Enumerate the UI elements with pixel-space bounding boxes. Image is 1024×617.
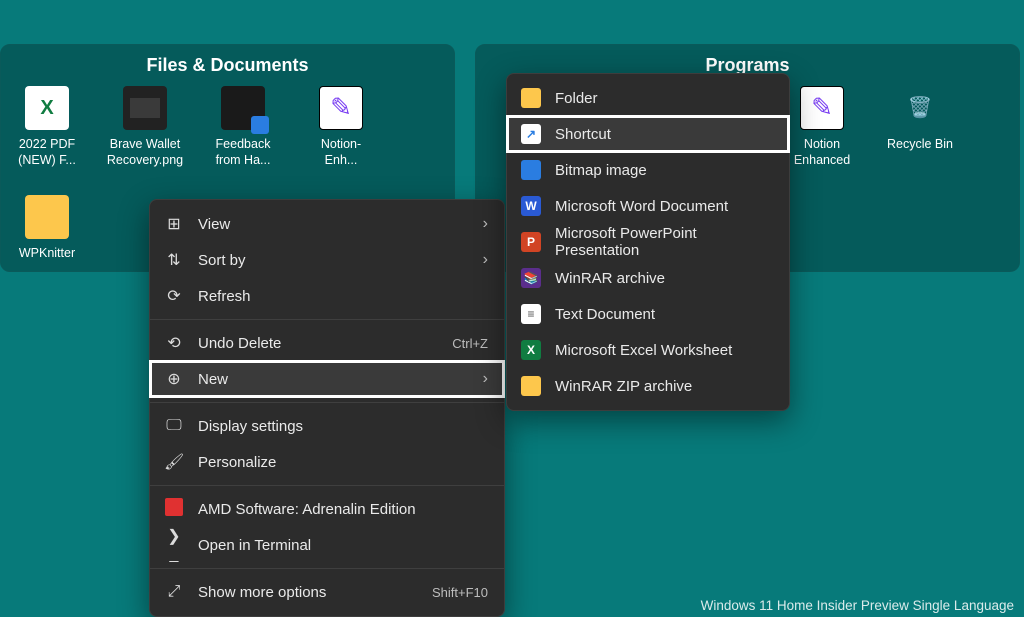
submenu-item-folder[interactable]: Folder: [507, 80, 789, 116]
submenu-item-label: Microsoft Excel Worksheet: [555, 342, 773, 359]
menu-item-label: New: [198, 371, 461, 388]
menu-item-label: Display settings: [198, 418, 488, 435]
windows-watermark: Windows 11 Home Insider Preview Single L…: [701, 598, 1014, 613]
menu-item-shortcut: Shift+F10: [432, 585, 488, 600]
menu-item-sort-by[interactable]: ⇅ Sort by ›: [150, 242, 504, 278]
app-shortcut-icon: [319, 86, 363, 130]
folder-icon: [521, 88, 541, 108]
submenu-item-label: Folder: [555, 90, 773, 107]
recycle-bin-icon: 🗑️: [898, 86, 942, 130]
menu-item-label: Sort by: [198, 252, 461, 269]
chevron-right-icon: ›: [483, 215, 488, 233]
desktop-icon[interactable]: Notion-Enh...: [305, 86, 377, 169]
submenu-item-label: Bitmap image: [555, 162, 773, 179]
image-file-icon: [123, 86, 167, 130]
expand-icon: ⤢: [164, 583, 184, 601]
submenu-item-bitmap[interactable]: Bitmap image: [507, 152, 789, 188]
desktop-icon[interactable]: Feedback from Ha...: [207, 86, 279, 169]
menu-item-display-settings[interactable]: 🖵 Display settings: [150, 408, 504, 444]
undo-icon: ⟲: [164, 333, 184, 353]
brush-icon: 🖌: [164, 452, 184, 472]
text-icon: ≡: [521, 304, 541, 324]
submenu-item-excel[interactable]: X Microsoft Excel Worksheet: [507, 332, 789, 368]
menu-item-label: AMD Software: Adrenalin Edition: [198, 501, 488, 518]
submenu-item-label: Text Document: [555, 306, 773, 323]
menu-item-amd-software[interactable]: AMD Software: Adrenalin Edition: [150, 491, 504, 527]
display-icon: 🖵: [164, 417, 184, 435]
excel-file-icon: X: [25, 86, 69, 130]
desktop-icon-label: WPKnitter: [19, 245, 75, 261]
submenu-item-label: Shortcut: [555, 126, 773, 143]
refresh-icon: ⟳: [164, 286, 184, 306]
submenu-item-text[interactable]: ≡ Text Document: [507, 296, 789, 332]
desktop-icon-label: Feedback from Ha...: [207, 136, 279, 169]
menu-item-label: Undo Delete: [198, 335, 438, 352]
zip-icon: [521, 376, 541, 396]
menu-item-label: View: [198, 216, 461, 233]
menu-separator: [150, 402, 504, 403]
desktop-icon[interactable]: WPKnitter: [11, 195, 83, 261]
desktop-icon[interactable]: 🗑️ Recycle Bin: [884, 86, 956, 169]
menu-item-new[interactable]: ⊕ New ›: [150, 361, 504, 397]
excel-icon: X: [521, 340, 541, 360]
desktop-icon[interactable]: Notion Enhanced: [786, 86, 858, 169]
new-submenu: Folder ↗ Shortcut Bitmap image W Microso…: [506, 73, 790, 411]
submenu-item-winrar[interactable]: 📚 WinRAR archive: [507, 260, 789, 296]
desktop-icon[interactable]: Brave Wallet Recovery.png: [109, 86, 181, 169]
menu-item-view[interactable]: ⊞ View ›: [150, 206, 504, 242]
bitmap-icon: [521, 160, 541, 180]
menu-item-shortcut: Ctrl+Z: [452, 336, 488, 351]
amd-icon: [164, 498, 184, 521]
desktop-context-menu: ⊞ View › ⇅ Sort by › ⟳ Refresh ⟲ Undo De…: [149, 199, 505, 617]
menu-item-label: Refresh: [198, 288, 488, 305]
word-icon: W: [521, 196, 541, 216]
folder-icon: [25, 195, 69, 239]
chevron-right-icon: ›: [483, 370, 488, 388]
submenu-item-label: WinRAR archive: [555, 270, 773, 287]
powerpoint-icon: P: [521, 232, 541, 252]
menu-item-label: Open in Terminal: [198, 537, 488, 554]
menu-item-refresh[interactable]: ⟳ Refresh: [150, 278, 504, 314]
submenu-item-word[interactable]: W Microsoft Word Document: [507, 188, 789, 224]
submenu-item-zip[interactable]: WinRAR ZIP archive: [507, 368, 789, 404]
desktop-icon[interactable]: X 2022 PDF (NEW) F...: [11, 86, 83, 169]
submenu-item-label: WinRAR ZIP archive: [555, 378, 773, 395]
desktop-icon-label: 2022 PDF (NEW) F...: [11, 136, 83, 169]
submenu-item-shortcut[interactable]: ↗ Shortcut: [507, 116, 789, 152]
submenu-item-powerpoint[interactable]: P Microsoft PowerPoint Presentation: [507, 224, 789, 260]
menu-item-label: Personalize: [198, 454, 488, 471]
desktop-icon-label: Brave Wallet Recovery.png: [107, 136, 183, 169]
menu-item-undo-delete[interactable]: ⟲ Undo Delete Ctrl+Z: [150, 325, 504, 361]
desktop-icon-label: Recycle Bin: [887, 136, 953, 152]
desktop-icon-label: Notion Enhanced: [786, 136, 858, 169]
app-shortcut-icon: [800, 86, 844, 130]
plus-circle-icon: ⊕: [164, 369, 184, 389]
shortcut-icon: ↗: [521, 124, 541, 144]
menu-item-show-more-options[interactable]: ⤢ Show more options Shift+F10: [150, 574, 504, 610]
rar-icon: 📚: [521, 268, 541, 288]
menu-separator: [150, 319, 504, 320]
menu-separator: [150, 485, 504, 486]
submenu-item-label: Microsoft Word Document: [555, 198, 773, 215]
menu-item-open-terminal[interactable]: ❯_ Open in Terminal: [150, 527, 504, 563]
terminal-icon: ❯_: [164, 526, 184, 564]
grid-icon: ⊞: [164, 214, 184, 234]
menu-separator: [150, 568, 504, 569]
submenu-item-label: Microsoft PowerPoint Presentation: [555, 225, 773, 259]
sort-icon: ⇅: [164, 250, 184, 270]
fence-files-title: Files & Documents: [1, 45, 454, 82]
desktop-icon-label: Notion-Enh...: [305, 136, 377, 169]
menu-item-personalize[interactable]: 🖌 Personalize: [150, 444, 504, 480]
document-file-icon: [221, 86, 265, 130]
chevron-right-icon: ›: [483, 251, 488, 269]
menu-item-label: Show more options: [198, 584, 418, 601]
